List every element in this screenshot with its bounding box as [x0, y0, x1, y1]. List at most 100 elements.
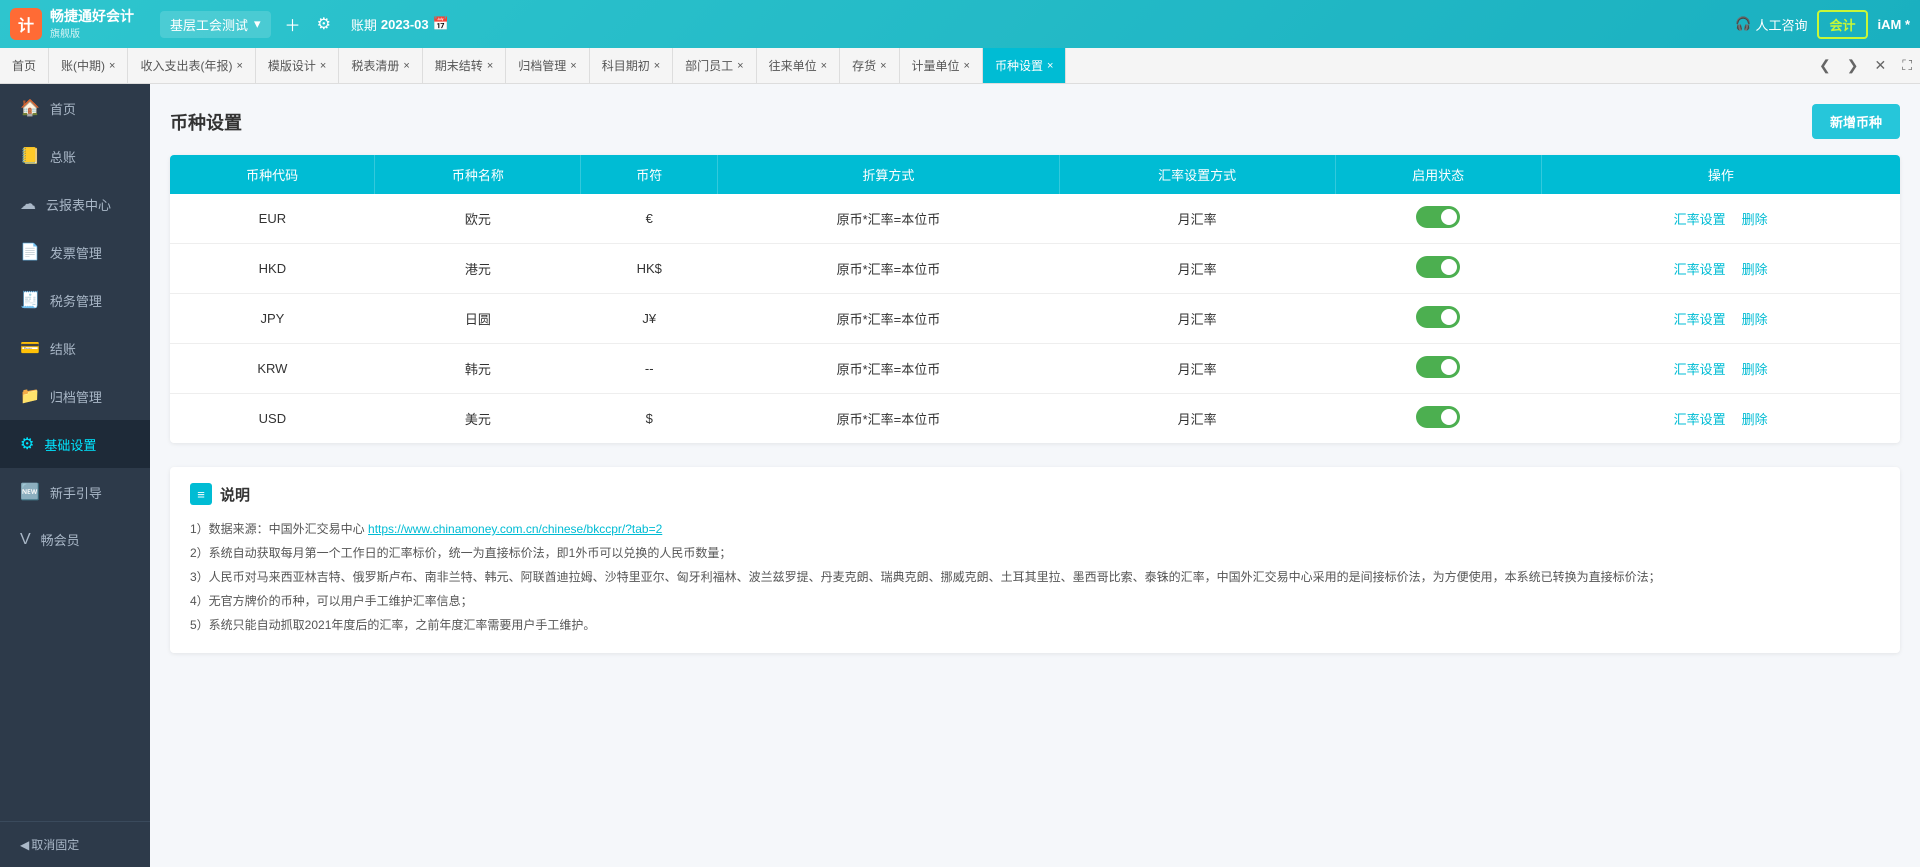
- tab-item-0[interactable]: 首页: [0, 48, 49, 84]
- tab-close-3[interactable]: ×: [320, 60, 326, 72]
- tab-close-6[interactable]: ×: [570, 60, 576, 72]
- tab-item-12[interactable]: 币种设置 ×: [983, 48, 1066, 84]
- sidebar-item-checkout[interactable]: 💳结账: [0, 324, 150, 372]
- tab-label-6: 归档管理: [518, 57, 566, 74]
- cell-3-3: 原币*汇率=本位币: [718, 344, 1060, 394]
- delete-link-3[interactable]: 删除: [1742, 362, 1768, 377]
- cell-2-1: 日圆: [375, 294, 581, 344]
- cell-0-2: €: [581, 194, 718, 244]
- new-currency-button[interactable]: 新增币种: [1812, 104, 1900, 139]
- toggle-4[interactable]: [1416, 406, 1460, 428]
- tab-close-11[interactable]: ×: [964, 60, 970, 72]
- rate-link-0[interactable]: 汇率设置: [1674, 212, 1726, 227]
- tab-label-12: 币种设置: [995, 57, 1043, 74]
- tab-next-button[interactable]: ❯: [1839, 57, 1867, 74]
- tab-label-9: 往来单位: [769, 57, 817, 74]
- tab-expand-button[interactable]: ⛶: [1894, 57, 1920, 74]
- tab-close-5[interactable]: ×: [487, 60, 493, 72]
- rate-link-4[interactable]: 汇率设置: [1674, 412, 1726, 427]
- sidebar-item-guide[interactable]: 🆕新手引导: [0, 468, 150, 516]
- pin-icon: ◀: [20, 838, 29, 852]
- tab-item-2[interactable]: 收入支出表(年报) ×: [128, 48, 255, 84]
- cell-2-0: JPY: [170, 294, 375, 344]
- table-row-0: EUR欧元€原币*汇率=本位币月汇率汇率设置删除: [170, 194, 1900, 244]
- sidebar-item-tax[interactable]: 🧾税务管理: [0, 276, 150, 324]
- calendar-icon[interactable]: 📅: [433, 16, 449, 32]
- cell-0-4: 月汇率: [1059, 194, 1335, 244]
- tab-item-11[interactable]: 计量单位 ×: [900, 48, 983, 84]
- tab-close-12[interactable]: ×: [1047, 60, 1053, 72]
- delete-link-2[interactable]: 删除: [1742, 312, 1768, 327]
- sidebar-item-member[interactable]: V畅会员: [0, 516, 150, 563]
- guide-icon: 🆕: [20, 482, 40, 502]
- period-value: 2023-03: [381, 17, 429, 32]
- cell-toggle-3: [1335, 344, 1541, 394]
- tab-item-8[interactable]: 部门员工 ×: [673, 48, 756, 84]
- tab-item-10[interactable]: 存货 ×: [840, 48, 899, 84]
- cell-0-0: EUR: [170, 194, 375, 244]
- tab-item-5[interactable]: 期末结转 ×: [423, 48, 506, 84]
- cell-4-3: 原币*汇率=本位币: [718, 394, 1060, 444]
- sidebar-item-settings[interactable]: ⚙基础设置: [0, 420, 150, 468]
- checkout-icon: 💳: [20, 338, 40, 358]
- tab-close-10[interactable]: ×: [880, 60, 886, 72]
- sidebar-label-invoice: 发票管理: [50, 243, 102, 262]
- tab-label-8: 部门员工: [685, 57, 733, 74]
- page-header: 币种设置 新增币种: [170, 104, 1900, 139]
- sidebar-item-reports[interactable]: ☁云报表中心: [0, 180, 150, 228]
- settings-icon[interactable]: ⚙: [313, 10, 335, 38]
- cell-4-0: USD: [170, 394, 375, 444]
- tab-close-9[interactable]: ×: [821, 60, 827, 72]
- note-link[interactable]: https://www.chinamoney.com.cn/chinese/bk…: [368, 522, 662, 536]
- note-icon: ≡: [190, 483, 212, 505]
- tab-close-1[interactable]: ×: [109, 60, 115, 72]
- sidebar-item-home[interactable]: 🏠首页: [0, 84, 150, 132]
- tab-label-5: 期末结转: [435, 57, 483, 74]
- toggle-1[interactable]: [1416, 256, 1460, 278]
- tab-label-2: 收入支出表(年报): [140, 57, 232, 74]
- tab-close-4[interactable]: ×: [403, 60, 409, 72]
- tab-item-1[interactable]: 账(中期) ×: [49, 48, 128, 84]
- top-right: 🎧 人工咨询 会计 iAM *: [1735, 10, 1910, 39]
- note-item-0: 1）数据来源：中国外汇交易中心 https://www.chinamoney.c…: [190, 517, 1880, 541]
- tab-close-7[interactable]: ×: [654, 60, 660, 72]
- tab-item-6[interactable]: 归档管理 ×: [506, 48, 589, 84]
- toggle-3[interactable]: [1416, 356, 1460, 378]
- rate-link-2[interactable]: 汇率设置: [1674, 312, 1726, 327]
- delete-link-4[interactable]: 删除: [1742, 412, 1768, 427]
- sidebar-pin-toggle[interactable]: ◀ 取消固定: [0, 821, 150, 867]
- table-row-1: HKD港元HK$原币*汇率=本位币月汇率汇率设置删除: [170, 244, 1900, 294]
- cell-4-4: 月汇率: [1059, 394, 1335, 444]
- cell-1-0: HKD: [170, 244, 375, 294]
- home-icon: 🏠: [20, 98, 40, 118]
- help-button[interactable]: 🎧 人工咨询: [1735, 15, 1807, 34]
- logo-text-group: 畅捷通好会计 旗舰版: [50, 8, 134, 40]
- tab-item-3[interactable]: 模版设计 ×: [256, 48, 339, 84]
- table-row-4: USD美元$原币*汇率=本位币月汇率汇率设置删除: [170, 394, 1900, 444]
- sidebar-item-ledger[interactable]: 📒总账: [0, 132, 150, 180]
- tab-close-all-button[interactable]: ✕: [1866, 57, 1894, 74]
- settings-icon: ⚙: [20, 434, 34, 454]
- sidebar-item-invoice[interactable]: 📄发票管理: [0, 228, 150, 276]
- toggle-2[interactable]: [1416, 306, 1460, 328]
- tab-prev-button[interactable]: ❮: [1811, 57, 1839, 74]
- cell-1-3: 原币*汇率=本位币: [718, 244, 1060, 294]
- tab-label-11: 计量单位: [912, 57, 960, 74]
- tab-close-2[interactable]: ×: [236, 60, 242, 72]
- delete-link-1[interactable]: 删除: [1742, 262, 1768, 277]
- rate-link-3[interactable]: 汇率设置: [1674, 362, 1726, 377]
- toggle-0[interactable]: [1416, 206, 1460, 228]
- tab-close-8[interactable]: ×: [737, 60, 743, 72]
- cell-0-1: 欧元: [375, 194, 581, 244]
- rate-link-1[interactable]: 汇率设置: [1674, 262, 1726, 277]
- tab-item-7[interactable]: 科目期初 ×: [590, 48, 673, 84]
- member-icon: V: [20, 531, 31, 549]
- add-button[interactable]: ＋: [281, 8, 305, 40]
- delete-link-0[interactable]: 删除: [1742, 212, 1768, 227]
- note-title: ≡ 说明: [190, 483, 1880, 505]
- kuaiji-button[interactable]: 会计: [1817, 10, 1867, 39]
- tab-item-4[interactable]: 税表清册 ×: [339, 48, 422, 84]
- sidebar-item-archive[interactable]: 📁归档管理: [0, 372, 150, 420]
- tab-item-9[interactable]: 往来单位 ×: [757, 48, 840, 84]
- company-selector[interactable]: 基层工会测试 ▾: [160, 11, 271, 38]
